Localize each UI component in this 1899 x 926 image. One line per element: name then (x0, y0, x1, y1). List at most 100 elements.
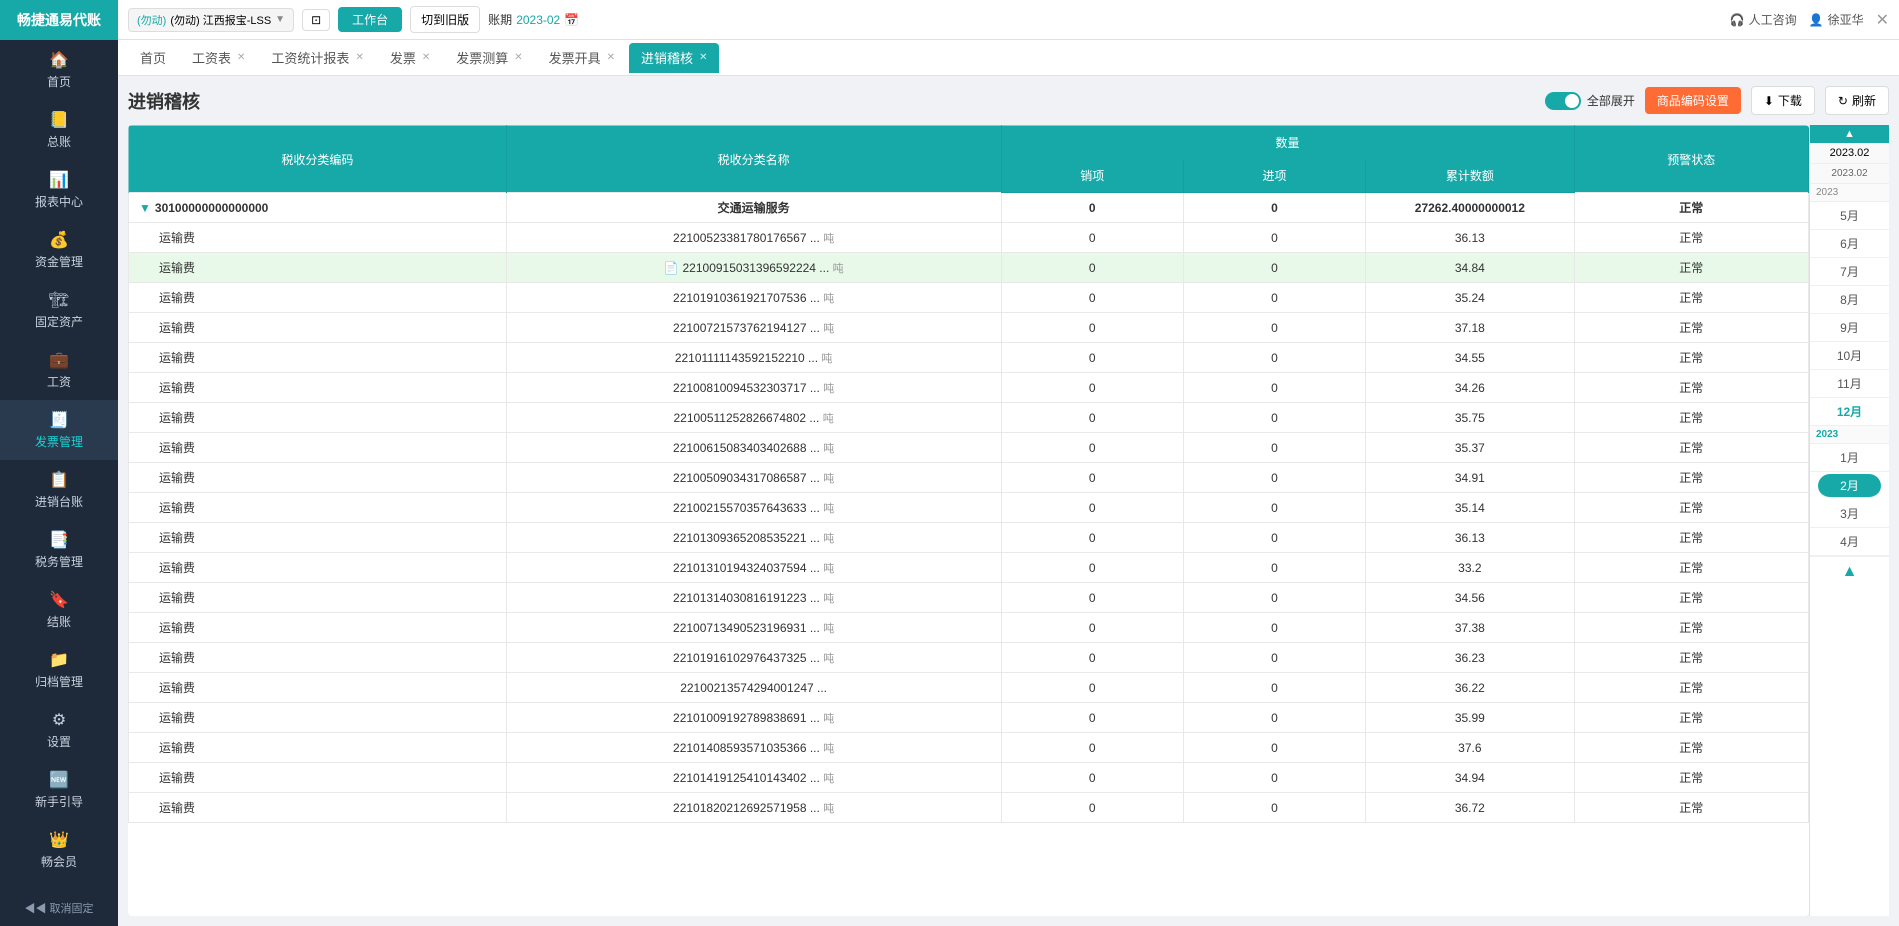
calendar-collapse-icon[interactable]: ▲ (1810, 556, 1889, 587)
month-9[interactable]: 9月 (1810, 314, 1889, 342)
download-button[interactable]: ⬇ 下载 (1751, 86, 1815, 115)
company-selector[interactable]: (勿动) (勿动) 江西报宝-LSS ▼ (128, 8, 294, 32)
month-11[interactable]: 11月 (1810, 370, 1889, 398)
sidebar-item-guide[interactable]: 🆕新手引导 (0, 760, 118, 820)
tab-invoice-calc[interactable]: 发票测算✕ (444, 43, 534, 73)
sidebar-item-invoice-mgmt[interactable]: 🧾发票管理 (0, 400, 118, 460)
sidebar-settings-icon: ⚙ (52, 710, 66, 730)
copy-button[interactable]: ⊡ (302, 9, 330, 31)
tab-home[interactable]: 首页 (128, 43, 178, 73)
detail-purchase-cell: 0 (1183, 223, 1365, 253)
sidebar-item-salary[interactable]: 💼工资 (0, 340, 118, 400)
month-2024-1[interactable]: 1月 (1810, 444, 1889, 472)
detail-sales-cell: 0 (1001, 643, 1183, 673)
detail-name-cell: 运输费 (129, 253, 507, 283)
tab-bar: 首页工资表✕工资统计报表✕发票✕发票测算✕发票开具✕进销稽核✕ (118, 40, 1899, 76)
detail-cumulative-cell: 34.94 (1366, 763, 1574, 793)
sidebar-item-tax[interactable]: 📑税务管理 (0, 520, 118, 580)
table-row: ▼30100000000000000 交通运输服务 0 0 27262.4000… (129, 193, 1809, 223)
table-row: 运输费 22100721573762194127 ... 吨 0 0 37.18… (129, 313, 1809, 343)
tab-invoice-open[interactable]: 发票开具✕ (537, 43, 627, 73)
sidebar-assets-icon: 🏗 (49, 290, 69, 310)
detail-taxcode-cell: 22100511252826674802 ... 吨 (506, 403, 1001, 433)
sidebar-item-ledger[interactable]: 📒总账 (0, 100, 118, 160)
sidebar-item-trade-desk[interactable]: 📋进销台账 (0, 460, 118, 520)
detail-taxcode-cell: 22101009192789838691 ... 吨 (506, 703, 1001, 733)
toggle-expand-switch[interactable] (1545, 92, 1581, 110)
data-table: 税收分类编码 税收分类名称 数量 预警状态 销项 进项 累计数额 ▼301000… (128, 125, 1809, 823)
user-info[interactable]: 👤 徐亚华 (1809, 11, 1864, 28)
detail-purchase-cell: 0 (1183, 583, 1365, 613)
month-2024-3[interactable]: 3月 (1810, 500, 1889, 528)
sidebar-guide-label: 新手引导 (35, 793, 83, 810)
detail-status-cell: 正常 (1574, 673, 1808, 703)
detail-purchase-cell: 0 (1183, 703, 1365, 733)
sidebar-item-funds[interactable]: 💰资金管理 (0, 220, 118, 280)
tab-salary[interactable]: 工资表✕ (180, 43, 257, 73)
detail-name-cell: 运输费 (129, 433, 507, 463)
month-2024-4[interactable]: 4月 (1810, 528, 1889, 556)
tab-invoice[interactable]: 发票 ✕ (378, 43, 442, 73)
detail-cumulative-cell: 35.75 (1366, 403, 1574, 433)
tab-invoice-close[interactable]: ✕ (422, 52, 430, 63)
refresh-button[interactable]: ↻ 刷新 (1825, 86, 1889, 115)
tab-salary-close[interactable]: ✕ (237, 52, 245, 63)
month-7[interactable]: 7月 (1810, 258, 1889, 286)
calendar-up-arrow[interactable]: ▲ (1810, 125, 1889, 143)
detail-status-cell: 正常 (1574, 283, 1808, 313)
month-5[interactable]: 5月 (1810, 202, 1889, 230)
detail-purchase-cell: 0 (1183, 433, 1365, 463)
expand-icon[interactable]: ▼ (139, 201, 151, 215)
detail-cumulative-cell: 37.6 (1366, 733, 1574, 763)
detail-purchase-cell: 0 (1183, 793, 1365, 823)
sidebar-item-home[interactable]: 🏠首页 (0, 40, 118, 100)
switch-version-button[interactable]: 切到旧版 (410, 6, 480, 33)
support-button[interactable]: 🎧 人工咨询 (1730, 11, 1797, 28)
sidebar-item-settings[interactable]: ⚙设置 (0, 700, 118, 760)
calendar-icon[interactable]: 📅 (564, 13, 579, 27)
workbench-button[interactable]: 工作台 (338, 7, 402, 32)
detail-purchase-cell: 0 (1183, 673, 1365, 703)
table-row: 运输费 22100213574294001247 ... 0 0 36.22 正… (129, 673, 1809, 703)
month-8[interactable]: 8月 (1810, 286, 1889, 314)
month-10[interactable]: 10月 (1810, 342, 1889, 370)
detail-purchase-cell: 0 (1183, 553, 1365, 583)
settings-button[interactable]: 商品编码设置 (1645, 87, 1741, 114)
tab-salary-stats-close[interactable]: ✕ (355, 52, 363, 63)
month-12[interactable]: 12月 (1810, 398, 1889, 426)
detail-sales-cell: 0 (1001, 763, 1183, 793)
detail-purchase-cell: 0 (1183, 523, 1365, 553)
tab-reconcile[interactable]: 进销稽核✕ (629, 43, 719, 73)
detail-purchase-cell: 0 (1183, 733, 1365, 763)
detail-purchase-cell: 0 (1183, 343, 1365, 373)
sidebar-item-member[interactable]: 👑畅会员 (0, 820, 118, 880)
tab-reconcile-close[interactable]: ✕ (699, 52, 707, 63)
table-row: 运输费 22100810094532303717 ... 吨 0 0 34.26… (129, 373, 1809, 403)
tab-invoice-open-close[interactable]: ✕ (607, 52, 615, 63)
detail-sales-cell: 0 (1001, 733, 1183, 763)
toggle-expand-section: 全部展开 (1545, 92, 1635, 110)
sidebar-item-assets[interactable]: 🏗固定资产 (0, 280, 118, 340)
year-2024-title: 2023 (1810, 426, 1889, 444)
detail-cumulative-cell: 36.23 (1366, 643, 1574, 673)
sidebar-item-settle[interactable]: 🔖结账 (0, 580, 118, 640)
month-2024-2[interactable]: 2月 (1818, 474, 1881, 498)
detail-purchase-cell: 0 (1183, 283, 1365, 313)
unpin-button[interactable]: ◀◀ 取消固定 (0, 890, 118, 926)
sidebar-item-reports[interactable]: 📊报表中心 (0, 160, 118, 220)
detail-taxcode-cell: 22101419125410143402 ... 吨 (506, 763, 1001, 793)
tab-salary-stats[interactable]: 工资统计报表✕ (259, 43, 375, 73)
month-6[interactable]: 6月 (1810, 230, 1889, 258)
sidebar-item-archive[interactable]: 📁归档管理 (0, 640, 118, 700)
sidebar-tax-label: 税务管理 (35, 553, 83, 570)
detail-sales-cell: 0 (1001, 583, 1183, 613)
detail-name-cell: 运输费 (129, 733, 507, 763)
detail-sales-cell: 0 (1001, 493, 1183, 523)
close-icon[interactable]: ✕ (1876, 10, 1889, 30)
detail-cumulative-cell: 36.13 (1366, 523, 1574, 553)
table-row: 运输费 22100511252826674802 ... 吨 0 0 35.75… (129, 403, 1809, 433)
tab-invoice-label: 发票 (390, 48, 416, 67)
table-row: 运输费 22100713490523196931 ... 吨 0 0 37.38… (129, 613, 1809, 643)
detail-taxcode-cell: 22100713490523196931 ... 吨 (506, 613, 1001, 643)
tab-invoice-calc-close[interactable]: ✕ (514, 52, 522, 63)
